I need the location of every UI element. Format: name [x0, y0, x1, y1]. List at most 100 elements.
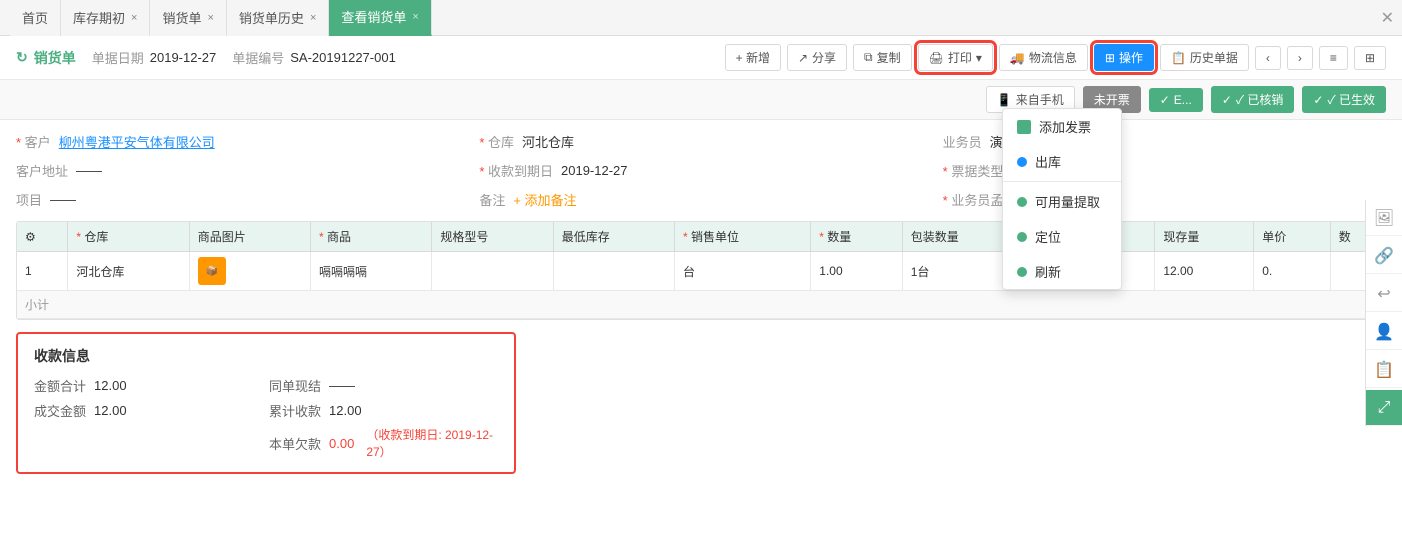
customer-field: 客户 柳州粤港平安气体有限公司 — [16, 132, 459, 151]
sidebar-link-button[interactable]: 🔗 — [1366, 238, 1402, 274]
add-invoice-item[interactable]: 添加发票 — [1003, 109, 1121, 144]
note-label: 备注 — [479, 190, 505, 209]
view-grid-button[interactable]: ⊞ — [1354, 46, 1386, 70]
not-open-label: 未开票 — [1094, 91, 1130, 108]
col-gear: ⚙ — [17, 222, 68, 252]
due-date-hint: （收款到期日: 2019-12-27） — [366, 426, 498, 460]
sidebar-expand-button[interactable]: ⤢ — [1366, 390, 1402, 426]
cumulative-receipt-row: 累计收款 12.00 — [269, 401, 498, 420]
form-area: 客户 柳州粤港平安气体有限公司 仓库 河北仓库 业务员 演示账号 客户地址 ——… — [0, 120, 1402, 221]
logistics-button[interactable]: 🚚 物流信息 — [999, 44, 1088, 71]
tab-inventory-init[interactable]: 库存期初 × — [61, 0, 150, 36]
due-date-label: 收款到期日 — [479, 161, 553, 180]
customer-label: 客户 — [16, 132, 51, 151]
sold-out-label: ✓ 已核销 — [1236, 91, 1284, 108]
customer-value[interactable]: 柳州粤港平安气体有限公司 — [59, 132, 215, 151]
window-close-button[interactable]: ✕ — [1381, 8, 1394, 28]
col-unit: * 销售单位 — [675, 222, 811, 252]
copy-button[interactable]: ⧉ 复制 — [853, 44, 912, 71]
available-qty-label: 可用量提取 — [1035, 192, 1100, 211]
product-table: ⚙ * 仓库 商品图片 * 商品 规格型号 最低库存 * 销售单位 * 数量 包… — [17, 222, 1385, 319]
add-note-button[interactable]: + 添加备注 — [513, 190, 576, 209]
share-icon: ↗ — [798, 51, 808, 65]
cumulative-receipt-label: 累计收款 — [269, 401, 321, 420]
available-qty-item[interactable]: 可用量提取 — [1003, 184, 1121, 219]
right-sidebar: 🖼 🔗 ↩ 👤 📋 ⤢ — [1365, 200, 1402, 426]
cell-index: 1 — [17, 252, 68, 291]
next-button[interactable]: › — [1287, 46, 1313, 70]
col-price: 单价 — [1254, 222, 1331, 252]
payment-info-box: 收款信息 金额合计 12.00 成交金额 12.00 同单现结 —— — [16, 332, 516, 474]
view-list-button[interactable]: ≡ — [1319, 46, 1348, 70]
effective-label: ✓ 已生效 — [1327, 91, 1375, 108]
tab-view-sales[interactable]: 查看销货单 × — [329, 0, 431, 36]
doc-date-value: 2019-12-27 — [150, 50, 217, 65]
menu-divider — [1003, 181, 1121, 182]
subtotal-label: 小计 — [17, 291, 1385, 319]
tab-sales-history-close[interactable]: × — [310, 12, 316, 24]
tab-inventory-init-label: 库存期初 — [73, 8, 125, 27]
transaction-amount-value: 12.00 — [94, 403, 127, 418]
tab-view-sales-close[interactable]: × — [412, 11, 418, 23]
copy-label: 复制 — [877, 49, 901, 66]
col-min-stock: 最低库存 — [553, 222, 674, 252]
check-button[interactable]: ✓ E... — [1149, 88, 1203, 112]
cell-price: 0. — [1254, 252, 1331, 291]
cumulative-receipt-value: 12.00 — [329, 403, 362, 418]
tab-sales-order-close[interactable]: × — [207, 12, 213, 24]
sidebar-image-button[interactable]: 🖼 — [1366, 200, 1402, 236]
new-button[interactable]: + 新增 — [725, 44, 781, 71]
history-button[interactable]: 📋 历史单据 — [1160, 44, 1249, 71]
sidebar-return-button[interactable]: ↩ — [1366, 276, 1402, 312]
outbound-item[interactable]: 出库 — [1003, 144, 1121, 179]
cell-spec — [432, 252, 553, 291]
operation-icon: ⊞ — [1105, 51, 1115, 65]
transaction-amount-label: 成交金额 — [34, 401, 86, 420]
same-order-settle-row: 同单现结 —— — [269, 376, 498, 395]
sold-out-button[interactable]: ✓ ✓ 已核销 — [1211, 86, 1295, 113]
table-header-row: ⚙ * 仓库 商品图片 * 商品 规格型号 最低库存 * 销售单位 * 数量 包… — [17, 222, 1385, 252]
sidebar-clipboard-button[interactable]: 📋 — [1366, 352, 1402, 388]
doc-number-item: 单据编号 SA-20191227-001 — [232, 48, 396, 67]
copy-icon: ⧉ — [864, 50, 873, 65]
secondary-toolbar: 📱 来自手机 未开票 ✓ E... ✓ ✓ 已核销 ✓ ✓ 已生效 — [0, 80, 1402, 120]
cell-product: 嗝嗝嗝嗝 — [311, 252, 432, 291]
warehouse-value: 河北仓库 — [522, 132, 574, 151]
doc-title-icon: ↻ — [16, 49, 28, 66]
tab-home[interactable]: 首页 — [10, 0, 61, 36]
print-button[interactable]: 🖨 打印 ▾ — [918, 44, 993, 71]
add-invoice-icon — [1017, 120, 1031, 134]
locate-item[interactable]: 定位 — [1003, 219, 1121, 254]
tab-sales-history-label: 销货单历史 — [239, 8, 304, 27]
tab-sales-order[interactable]: 销货单 × — [150, 0, 226, 36]
gear-icon: ⚙ — [25, 230, 36, 244]
col-qty: * 数量 — [811, 222, 902, 252]
cell-qty: 1.00 — [811, 252, 902, 291]
share-button[interactable]: ↗ 分享 — [787, 44, 847, 71]
tab-sales-order-label: 销货单 — [162, 8, 201, 27]
effective-button[interactable]: ✓ ✓ 已生效 — [1302, 86, 1386, 113]
doc-number-label: 单据编号 — [232, 48, 284, 67]
logistics-label: 物流信息 — [1029, 49, 1077, 66]
doc-title-text: 销货单 — [34, 48, 76, 68]
salesperson2-label: 业务员孟 — [943, 190, 1004, 209]
doc-title: ↻ 销货单 — [16, 48, 76, 68]
note-field: 备注 + 添加备注 — [479, 190, 922, 209]
transaction-amount-row: 成交金额 12.00 — [34, 401, 263, 420]
operation-button[interactable]: ⊞ 操作 — [1094, 44, 1154, 71]
prev-button[interactable]: ‹ — [1255, 46, 1281, 70]
sidebar-user-button[interactable]: 👤 — [1366, 314, 1402, 350]
refresh-item[interactable]: 刷新 — [1003, 254, 1121, 289]
warehouse-field: 仓库 河北仓库 — [479, 132, 922, 151]
warehouse-label: 仓库 — [479, 132, 514, 151]
print-label: 打印 — [948, 49, 972, 66]
tab-inventory-init-close[interactable]: × — [131, 12, 137, 24]
check-icon: ✓ — [1160, 93, 1170, 107]
tab-sales-history[interactable]: 销货单历史 × — [227, 0, 329, 36]
total-amount-label: 金额合计 — [34, 376, 86, 395]
address-field: 客户地址 —— — [16, 161, 459, 180]
col-stock: 现存量 — [1155, 222, 1254, 252]
cell-unit: 台 — [675, 252, 811, 291]
print-icon: 🖨 — [929, 51, 944, 65]
project-label: 项目 — [16, 190, 42, 209]
